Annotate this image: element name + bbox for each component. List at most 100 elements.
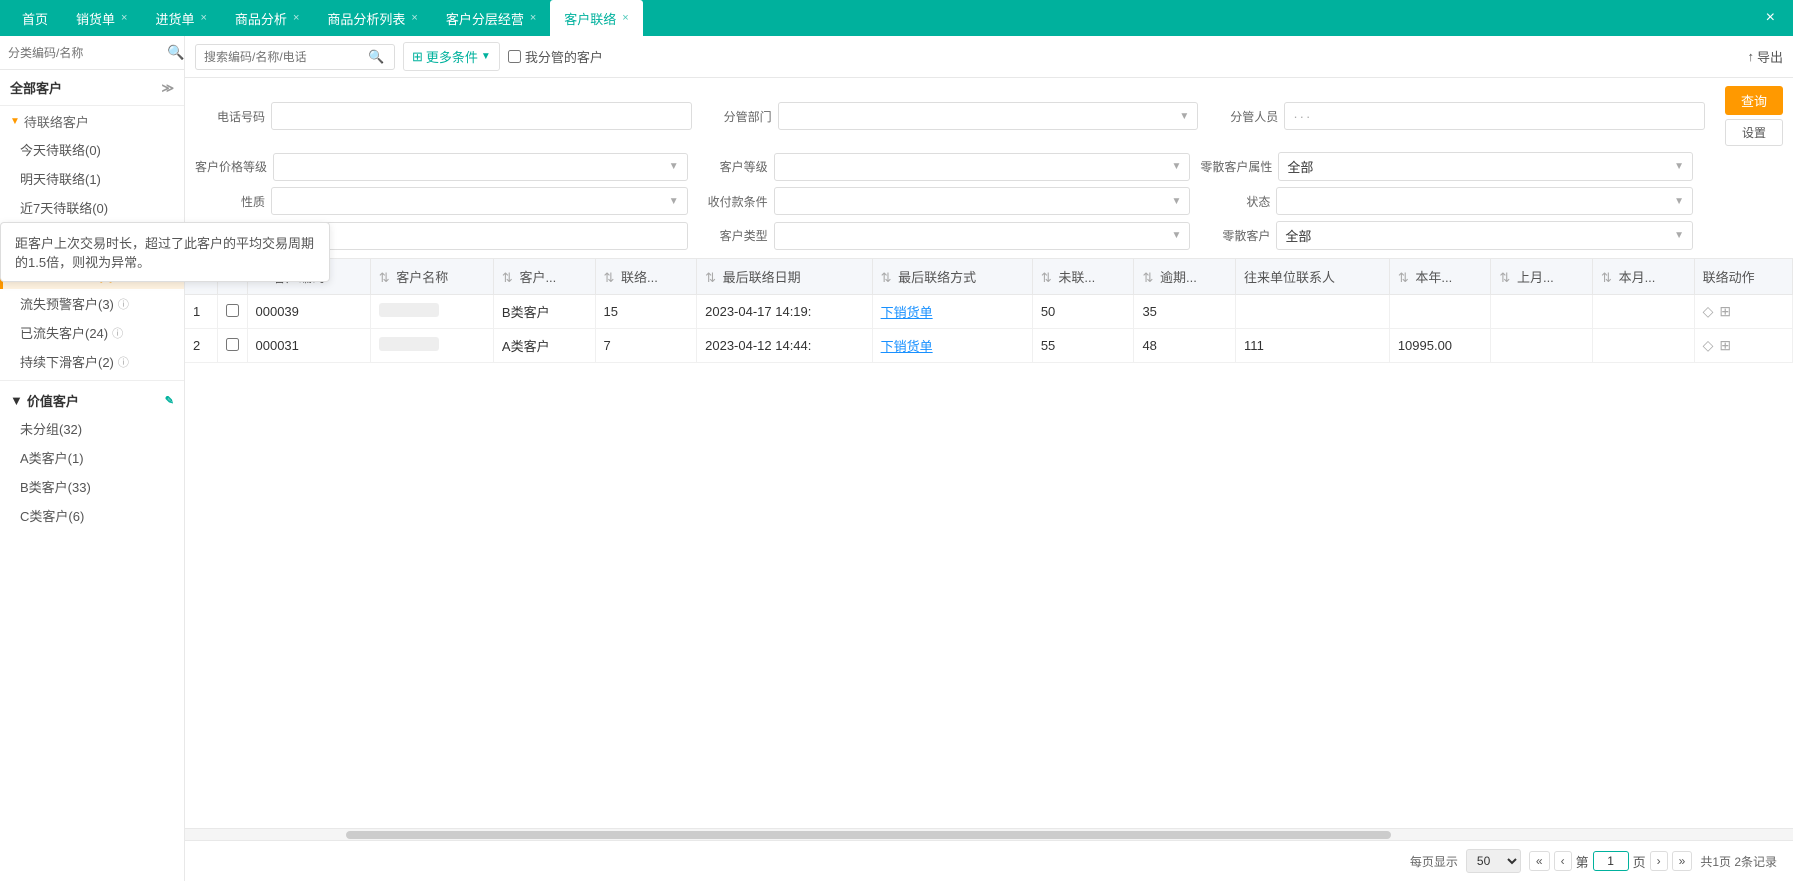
sidebar-divider-2 [0,380,184,381]
row2-index: 2 [185,329,217,363]
sidebar-search-input[interactable] [8,46,163,60]
info-icon-churn-warning[interactable]: ⓘ [118,296,129,312]
nav-home[interactable]: 首页 [8,0,62,36]
query-button[interactable]: 查询 [1725,86,1783,115]
scroll-thumb[interactable] [346,831,1391,839]
row1-checkbox[interactable] [217,295,247,329]
sidebar-item-tomorrow[interactable]: 明天待联络(1) [0,164,184,193]
chevron-down-icon: ▼ [481,51,491,62]
filter-status: 状态 ▼ [1200,187,1693,215]
sidebar-item-declining[interactable]: 持续下滑客户(2) ⓘ [0,347,184,376]
close-sales-tab[interactable]: × [121,12,127,24]
sidebar-item-ungrouped[interactable]: 未分组(32) [0,414,184,443]
row1-grid-icon[interactable]: ⊞ [1719,303,1731,320]
last-page-button[interactable]: » [1672,851,1693,871]
row2-view-icon[interactable]: ◇ [1703,337,1714,354]
main-layout: 🔍 全部客户 ≫ ▼ 待联络客户 今天待联络(0) 明天待联络(1) 近7天待联… [0,36,1793,881]
close-product-analysis-tab[interactable]: × [293,12,299,24]
row1-actions: ◇ ⊞ [1694,295,1792,329]
department-dropdown[interactable]: ▼ [778,102,1199,130]
info-icon-declining[interactable]: ⓘ [118,354,129,370]
sidebar-item-b-class[interactable]: B类客户(33) [0,472,184,501]
my-customers-checkbox-label[interactable]: 我分管的客户 [508,47,603,66]
info-icon-churned[interactable]: ⓘ [112,325,123,341]
price-grade-dropdown[interactable]: ▼ [273,153,688,181]
row2-lastmethod[interactable]: 下销货单 [872,329,1032,363]
filter-search-input[interactable] [204,50,364,64]
more-conditions-button[interactable]: ⊞ 更多条件 ▼ [403,42,500,71]
table-header-row: ⚙ ⇅ 客户编码 ⇅ 客户名称 [185,259,1793,295]
table-horizontal-scrollbar[interactable] [185,828,1793,840]
row1-overdue: 35 [1134,295,1236,329]
payment-dropdown[interactable]: ▼ [774,187,1191,215]
row2-select[interactable] [226,338,239,351]
sort-icon-ty: ⇅ [1398,270,1409,285]
phone-input[interactable] [271,102,692,130]
dots-input[interactable]: ··· [271,222,688,250]
prev-page-button[interactable]: ‹ [1554,851,1572,871]
sidebar-item-churn-warning[interactable]: 流失预警客户(3) ⓘ [0,289,184,318]
value-customers-label: 价值客户 [27,391,79,410]
sidebar-item-today[interactable]: 今天待联络(0) [0,135,184,164]
row1-lastmethod-link[interactable]: 下销货单 [881,305,933,320]
filter-scatter-customer: 零散客户 全部 ▼ [1200,221,1693,250]
all-customers-label: 全部客户 [10,78,62,97]
status-dropdown[interactable]: ▼ [1276,187,1693,215]
scatter-attr-dropdown[interactable]: 全部 ▼ [1278,152,1693,181]
row1-select[interactable] [226,304,239,317]
close-customer-contact-tab[interactable]: × [622,12,628,24]
row1-view-icon[interactable]: ◇ [1703,303,1714,320]
close-purchase-tab[interactable]: × [200,12,206,24]
first-page-button[interactable]: « [1529,851,1550,871]
price-grade-label: 客户价格等级 [195,158,267,175]
settings-button[interactable]: 设置 [1725,119,1783,146]
edit-value-group-icon[interactable]: ✎ [165,394,174,407]
export-button[interactable]: ↑ 导出 [1747,47,1783,66]
tooltip-box: 距客户上次交易时长，超过了此客户的平均交易周期的1.5倍，则视为异常。 [0,222,330,282]
filter-search-icon[interactable]: 🔍 [368,49,384,65]
filter-scatter-attr: 零散客户属性 全部 ▼ [1200,152,1693,181]
nav-customer-segment[interactable]: 客户分层经营 × [432,0,550,36]
advanced-filter: 电话号码 分管部门 ▼ 分管人员 ··· 查询 设置 [185,78,1793,259]
customer-grade-dropdown[interactable]: ▼ [774,153,1191,181]
sidebar-item-c-class[interactable]: C类客户(6) [0,501,184,530]
close-all-button[interactable]: × [1756,9,1785,27]
row1-thismonth [1593,295,1695,329]
sidebar-item-7days[interactable]: 近7天待联络(0) [0,193,184,222]
per-page-select[interactable]: 50 20 100 [1466,849,1521,873]
sidebar-search-icon[interactable]: 🔍 [167,44,184,61]
nav-sales[interactable]: 销货单 × [62,0,141,36]
close-product-analysis-list-tab[interactable]: × [411,12,417,24]
row2-checkbox[interactable] [217,329,247,363]
col-header-overdue: ⇅ 逾期... [1134,259,1236,295]
person-input[interactable]: ··· [1284,102,1705,130]
row1-index: 1 [185,295,217,329]
row2-contact: 7 [595,329,697,363]
scatter-customer-dropdown[interactable]: 全部 ▼ [1276,221,1693,250]
nav-product-analysis[interactable]: 商品分析 × [221,0,313,36]
my-customers-checkbox[interactable] [508,50,521,63]
close-customer-segment-tab[interactable]: × [530,12,536,24]
row1-code: 000039 [247,295,370,329]
sidebar-collapse-button[interactable]: ≫ [161,81,174,95]
current-page-input[interactable] [1593,851,1629,871]
row2-grid-icon[interactable]: ⊞ [1719,337,1731,354]
customer-type-dropdown[interactable]: ▼ [774,222,1191,250]
sort-icon-tm: ⇅ [1601,270,1612,285]
row2-category: A类客户 [493,329,595,363]
nature-dropdown[interactable]: ▼ [271,187,688,215]
row1-uncontacted: 50 [1032,295,1134,329]
col-header-category: ⇅ 客户... [493,259,595,295]
next-page-button[interactable]: › [1650,851,1668,871]
nav-product-analysis-list[interactable]: 商品分析列表 × [313,0,431,36]
nav-customer-contact[interactable]: 客户联络 × [550,0,642,36]
nav-purchase[interactable]: 进货单 × [141,0,220,36]
sidebar-item-churned[interactable]: 已流失客户(24) ⓘ [0,318,184,347]
col-header-lastdate: ⇅ 最后联络日期 [697,259,872,295]
row2-lastmethod-link[interactable]: 下销货单 [881,339,933,354]
chevron-down-icon-sa: ▼ [1674,161,1684,172]
row1-lastmethod[interactable]: 下销货单 [872,295,1032,329]
customer-type-label: 客户类型 [698,227,768,244]
chevron-down-icon-cg: ▼ [1171,161,1181,172]
sidebar-item-a-class[interactable]: A类客户(1) [0,443,184,472]
